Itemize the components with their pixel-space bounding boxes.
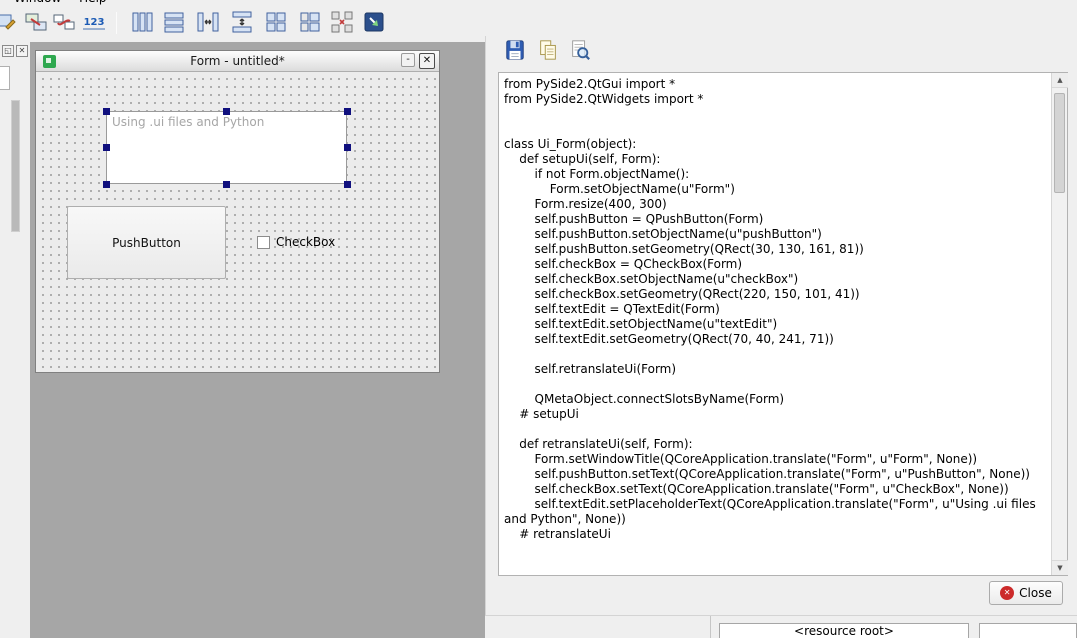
- edit-buddies-button[interactable]: [50, 9, 78, 37]
- selection-handle-middle-right[interactable]: [344, 144, 351, 151]
- selection-handle-bottom-right[interactable]: [344, 181, 351, 188]
- layout-vertical-splitter-icon: [230, 10, 254, 37]
- edit-tab-order-button[interactable]: 123: [80, 9, 108, 37]
- close-form-button[interactable]: ✕: [419, 53, 435, 69]
- form-title: Form - untitled*: [36, 54, 439, 68]
- checkbox-label: CheckBox: [276, 235, 335, 249]
- pushbutton-widget[interactable]: PushButton: [67, 206, 226, 279]
- code-scrollbar-thumb[interactable]: [1054, 93, 1065, 193]
- selection-handle-bottom-left[interactable]: [103, 181, 110, 188]
- dock-close-icon[interactable]: ✕: [16, 45, 28, 57]
- selection-handle-top-left[interactable]: [103, 108, 110, 115]
- dock-float-icon[interactable]: ◱: [2, 45, 14, 57]
- layout-vertical-splitter-button[interactable]: [228, 9, 256, 37]
- minimize-button[interactable]: -: [401, 53, 415, 67]
- close-button[interactable]: ✕ Close: [989, 581, 1063, 605]
- checkbox-widget[interactable]: CheckBox: [257, 234, 335, 250]
- pushbutton-label: PushButton: [112, 236, 181, 250]
- close-red-icon: ✕: [1000, 586, 1014, 600]
- save-button[interactable]: [502, 38, 528, 64]
- edit-widgets-icon: [0, 10, 17, 37]
- copy-button[interactable]: [535, 38, 561, 64]
- left-dock: ◱ ✕: [0, 42, 30, 638]
- selection-handle-top-middle[interactable]: [223, 108, 230, 115]
- mdi-area: Form - untitled* - ✕ Using .ui files and…: [30, 42, 485, 638]
- layout-grid-icon: [264, 10, 288, 37]
- code-viewer: from PySide2.QtGui import * from PySide2…: [498, 72, 1068, 576]
- widget-box-fragment: [0, 66, 10, 90]
- code-text[interactable]: from PySide2.QtGui import * from PySide2…: [499, 73, 1051, 575]
- selection-handle-bottom-middle[interactable]: [223, 181, 230, 188]
- layout-form-icon: [298, 10, 322, 37]
- layout-horizontal-icon: [130, 10, 154, 37]
- scroll-up-arrow-icon[interactable]: ▲: [1052, 73, 1068, 88]
- break-layout-icon: [330, 10, 354, 37]
- resource-root-item[interactable]: <resource root>: [719, 623, 969, 638]
- edit-tab-order-icon: 123: [83, 17, 106, 30]
- layout-form-button[interactable]: [296, 9, 324, 37]
- resource-browser-strip: <resource root>: [485, 615, 1077, 638]
- checkbox-indicator: [257, 236, 270, 249]
- scroll-down-arrow-icon[interactable]: ▼: [1052, 560, 1068, 575]
- selection-handle-middle-left[interactable]: [103, 144, 110, 151]
- textedit-placeholder: Using .ui files and Python: [112, 115, 264, 129]
- save-icon: [504, 39, 526, 64]
- find-button[interactable]: [567, 38, 593, 64]
- code-preview-dialog: from PySide2.QtGui import * from PySide2…: [485, 36, 1077, 615]
- menu-window[interactable]: Window: [14, 0, 61, 5]
- left-scrollbar-thumb[interactable]: [12, 101, 19, 231]
- selection-handle-top-right[interactable]: [344, 108, 351, 115]
- form-canvas[interactable]: Using .ui files and Python PushButton: [36, 72, 439, 372]
- copy-icon: [537, 39, 559, 64]
- layout-vertical-button[interactable]: [160, 9, 188, 37]
- close-button-label: Close: [1019, 586, 1052, 600]
- edit-buddies-icon: [52, 10, 76, 37]
- edit-widgets-button[interactable]: [0, 9, 19, 37]
- panel-divider: [710, 616, 711, 638]
- adjust-size-icon: [362, 10, 386, 37]
- code-vertical-scrollbar[interactable]: ▲ ▼: [1051, 73, 1067, 575]
- toolbar-separator: [116, 12, 117, 34]
- edit-signals-slots-button[interactable]: [22, 9, 50, 37]
- form-editor-window: Form - untitled* - ✕ Using .ui files and…: [35, 50, 440, 373]
- resource-side-box[interactable]: [979, 623, 1077, 638]
- layout-horizontal-button[interactable]: [128, 9, 156, 37]
- layout-horizontal-splitter-button[interactable]: [194, 9, 222, 37]
- edit-signals-slots-icon: [24, 10, 48, 37]
- layout-vertical-icon: [162, 10, 186, 37]
- layout-grid-button[interactable]: [262, 9, 290, 37]
- qt-designer-window: Window Help: [0, 0, 1077, 638]
- left-scrollbar[interactable]: [11, 100, 20, 232]
- menu-help[interactable]: Help: [79, 0, 106, 5]
- textedit-widget[interactable]: Using .ui files and Python: [106, 111, 347, 184]
- find-icon: [569, 39, 591, 64]
- adjust-size-button[interactable]: [360, 9, 388, 37]
- form-titlebar[interactable]: Form - untitled* - ✕: [36, 51, 439, 72]
- break-layout-button[interactable]: [328, 9, 356, 37]
- layout-horizontal-splitter-icon: [196, 10, 220, 37]
